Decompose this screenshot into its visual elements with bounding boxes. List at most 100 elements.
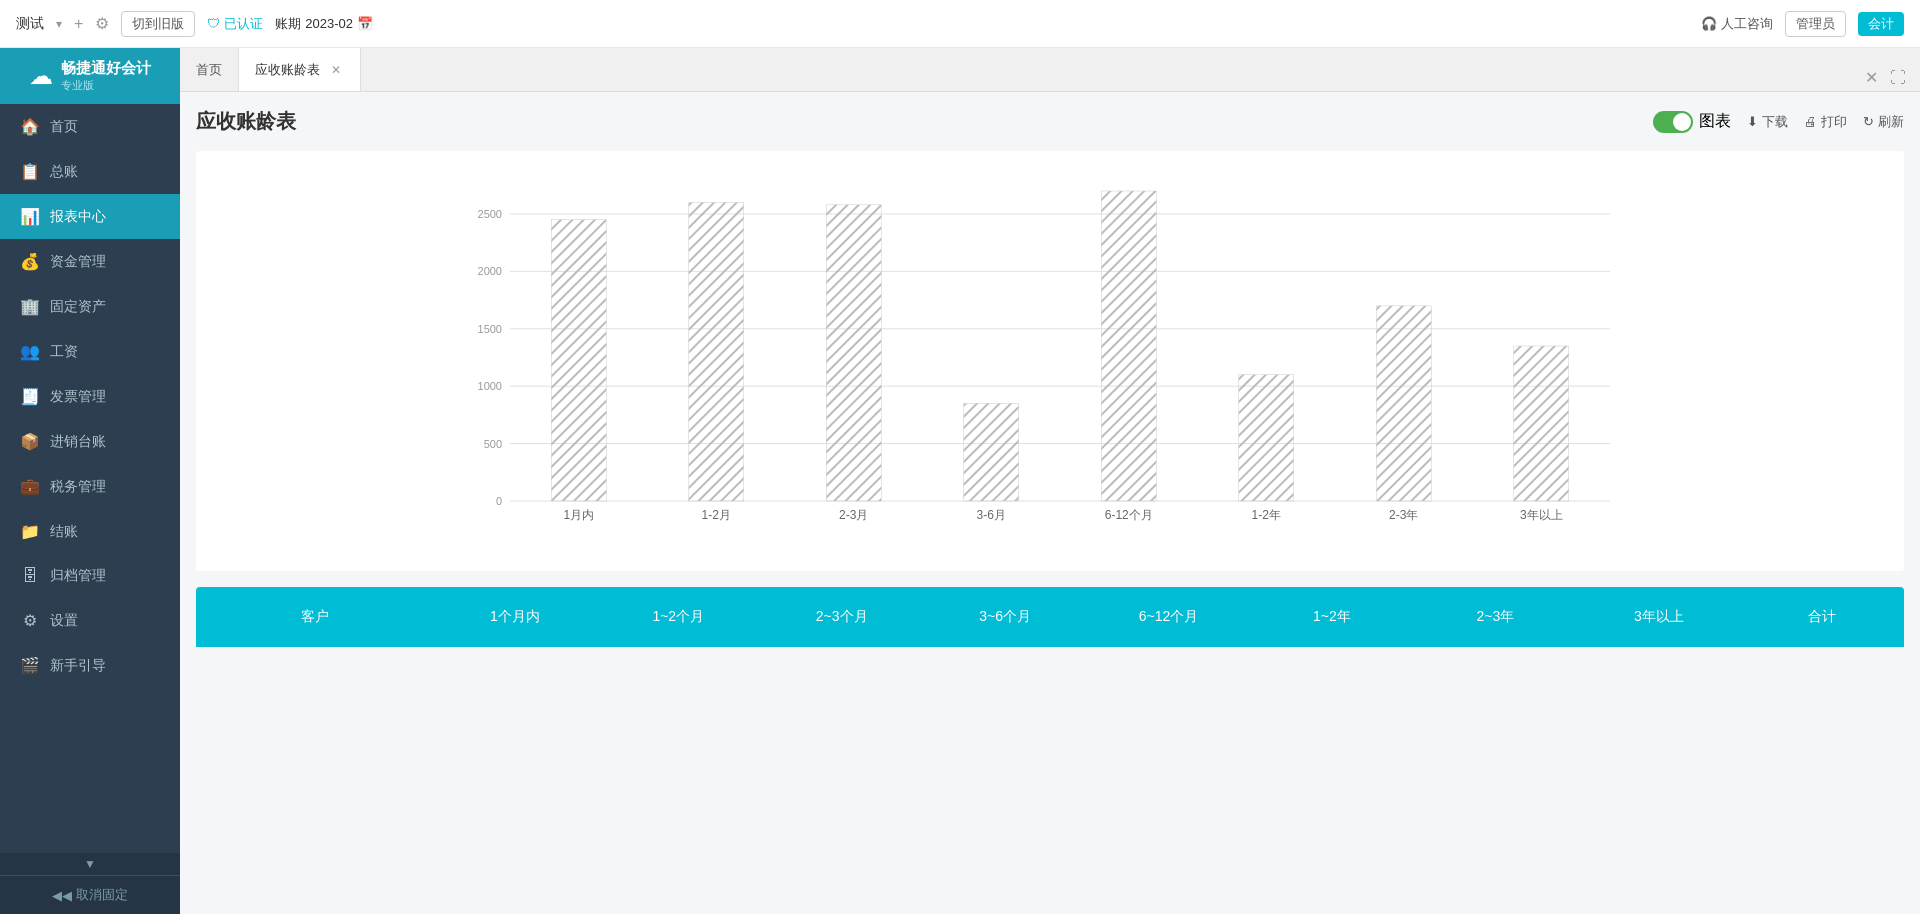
sidebar-item-label-settings: 设置 — [50, 612, 78, 630]
funds-icon: 💰 — [20, 252, 40, 271]
svg-text:2500: 2500 — [478, 208, 502, 220]
content-area: 首页应收账龄表✕ ✕ ⛶ 应收账龄表 图表 ⬇ — [180, 48, 1920, 914]
sidebar-item-tax[interactable]: 💼 税务管理 — [0, 464, 180, 509]
table-header-cell-4: 3~6个月 — [923, 608, 1086, 626]
shield-icon: 🛡 — [207, 16, 220, 31]
svg-text:1-2年: 1-2年 — [1252, 508, 1281, 522]
sidebar-scroll: 🏠 首页 📋 总账 📊 报表中心 💰 资金管理 🏢 固定资产 👥 工资 🧾 发票… — [0, 104, 180, 853]
sidebar-item-label-payroll: 工资 — [50, 343, 78, 361]
expand-icon[interactable]: ⛶ — [1884, 65, 1912, 91]
archive-icon: 🗄 — [20, 567, 40, 585]
ledger-icon: 📋 — [20, 162, 40, 181]
cancel-fixed-button[interactable]: ◀◀ 取消固定 — [0, 875, 180, 914]
period-display: 账期 2023-02 📅 — [275, 15, 373, 33]
logo-cloud-icon: ☁ — [29, 62, 53, 90]
table-header-cell-1: 1个月内 — [433, 608, 596, 626]
sidebar-item-label-guide: 新手引导 — [50, 657, 106, 675]
table-header-cell-7: 2~3年 — [1414, 608, 1577, 626]
svg-rect-28 — [1101, 191, 1156, 501]
sidebar-item-payroll[interactable]: 👥 工资 — [0, 329, 180, 374]
settings-icon: ⚙ — [20, 611, 40, 630]
consult-button[interactable]: 🎧 人工咨询 — [1701, 15, 1773, 33]
sidebar-item-ledger[interactable]: 📋 总账 — [0, 149, 180, 194]
payroll-icon: 👥 — [20, 342, 40, 361]
table-header-cell-3: 2~3个月 — [760, 608, 923, 626]
add-icon[interactable]: + — [74, 15, 83, 33]
sidebar-scroll-down-btn[interactable]: ▼ — [0, 853, 180, 875]
table-header-cell-9: 合计 — [1741, 608, 1904, 626]
tab-aging[interactable]: 应收账龄表✕ — [239, 48, 361, 91]
switch-old-version-button[interactable]: 切到旧版 — [121, 11, 195, 37]
sidebar-item-assets[interactable]: 🏢 固定资产 — [0, 284, 180, 329]
svg-rect-20 — [551, 220, 606, 501]
refresh-icon: ↻ — [1863, 114, 1874, 129]
svg-rect-22 — [689, 202, 744, 501]
sidebar-item-reports[interactable]: 📊 报表中心 — [0, 194, 180, 239]
calendar-icon[interactable]: 📅 — [357, 16, 373, 31]
svg-text:3年以上: 3年以上 — [1520, 508, 1563, 522]
sidebar-logo: ☁ 畅捷通好会计 专业版 — [0, 48, 180, 104]
guide-icon: 🎬 — [20, 656, 40, 675]
period-label: 账期 — [275, 15, 301, 33]
tab-bar-actions: ✕ ⛶ — [1859, 64, 1920, 91]
headset-icon: 🎧 — [1701, 16, 1717, 31]
certified-badge: 🛡 已认证 — [207, 15, 263, 33]
svg-text:1-2月: 1-2月 — [702, 508, 731, 522]
gear-icon[interactable]: ⚙ — [95, 14, 109, 33]
table-header-cell-6: 1~2年 — [1250, 608, 1413, 626]
svg-text:2-3年: 2-3年 — [1389, 508, 1418, 522]
table-header-cell-8: 3年以上 — [1577, 608, 1740, 626]
svg-text:1500: 1500 — [478, 323, 502, 335]
download-button[interactable]: ⬇ 下载 — [1747, 113, 1788, 131]
tab-home[interactable]: 首页 — [180, 48, 239, 91]
home-icon: 🏠 — [20, 117, 40, 136]
sidebar-item-funds[interactable]: 💰 资金管理 — [0, 239, 180, 284]
invoices-icon: 🧾 — [20, 387, 40, 406]
sidebar-item-label-inventory: 进销台账 — [50, 433, 106, 451]
reports-icon: 📊 — [20, 207, 40, 226]
toggle-track[interactable] — [1653, 111, 1693, 133]
accountant-button[interactable]: 会计 — [1858, 12, 1904, 36]
chevron-down-icon: ▼ — [84, 857, 96, 871]
sidebar-item-label-funds: 资金管理 — [50, 253, 106, 271]
sidebar-item-closing[interactable]: 📁 结账 — [0, 509, 180, 554]
sidebar-item-label-assets: 固定资产 — [50, 298, 106, 316]
svg-rect-30 — [1239, 375, 1294, 501]
sidebar-item-archive[interactable]: 🗄 归档管理 — [0, 554, 180, 598]
print-button[interactable]: 🖨 打印 — [1804, 113, 1847, 131]
certified-label: 已认证 — [224, 15, 263, 33]
svg-text:0: 0 — [496, 495, 502, 507]
tab-bar: 首页应收账龄表✕ ✕ ⛶ — [180, 48, 1920, 92]
page-content: 应收账龄表 图表 ⬇ 下载 🖨 打印 — [180, 92, 1920, 914]
sidebar-item-home[interactable]: 🏠 首页 — [0, 104, 180, 149]
logo-text: 畅捷通好会计 — [61, 59, 151, 78]
svg-rect-32 — [1376, 306, 1431, 501]
consult-label: 人工咨询 — [1721, 15, 1773, 33]
tab-close-aging[interactable]: ✕ — [328, 62, 344, 78]
top-header: 测试 ▾ + ⚙ 切到旧版 🛡 已认证 账期 2023-02 📅 🎧 人工咨询 … — [0, 0, 1920, 48]
inventory-icon: 📦 — [20, 432, 40, 451]
sidebar-item-settings[interactable]: ⚙ 设置 — [0, 598, 180, 643]
company-name: 测试 — [16, 15, 44, 33]
sidebar-item-inventory[interactable]: 📦 进销台账 — [0, 419, 180, 464]
manager-button[interactable]: 管理员 — [1785, 11, 1846, 37]
download-icon: ⬇ — [1747, 114, 1758, 129]
table-header-cell-0: 客户 — [196, 608, 433, 626]
svg-rect-34 — [1514, 346, 1569, 501]
svg-text:3-6月: 3-6月 — [977, 508, 1006, 522]
refresh-button[interactable]: ↻ 刷新 — [1863, 113, 1904, 131]
sidebar-item-invoices[interactable]: 🧾 发票管理 — [0, 374, 180, 419]
sidebar-item-label-archive: 归档管理 — [50, 567, 106, 585]
chart-toggle[interactable]: 图表 — [1653, 111, 1731, 133]
svg-rect-26 — [964, 403, 1019, 501]
sidebar-item-label-home: 首页 — [50, 118, 78, 136]
report-header: 应收账龄表 图表 ⬇ 下载 🖨 打印 — [196, 108, 1904, 135]
period-value: 2023-02 — [305, 16, 353, 31]
svg-rect-24 — [826, 205, 881, 501]
refresh-label: 刷新 — [1878, 113, 1904, 131]
dropdown-icon[interactable]: ▾ — [56, 17, 62, 31]
sidebar-item-guide[interactable]: 🎬 新手引导 — [0, 643, 180, 688]
close-tab-icon[interactable]: ✕ — [1859, 64, 1884, 91]
main-layout: ☁ 畅捷通好会计 专业版 🏠 首页 📋 总账 📊 报表中心 💰 资金管理 🏢 固… — [0, 48, 1920, 914]
chart-container: 050010001500200025001月内1-2月2-3月3-6月6-12个… — [196, 151, 1904, 571]
